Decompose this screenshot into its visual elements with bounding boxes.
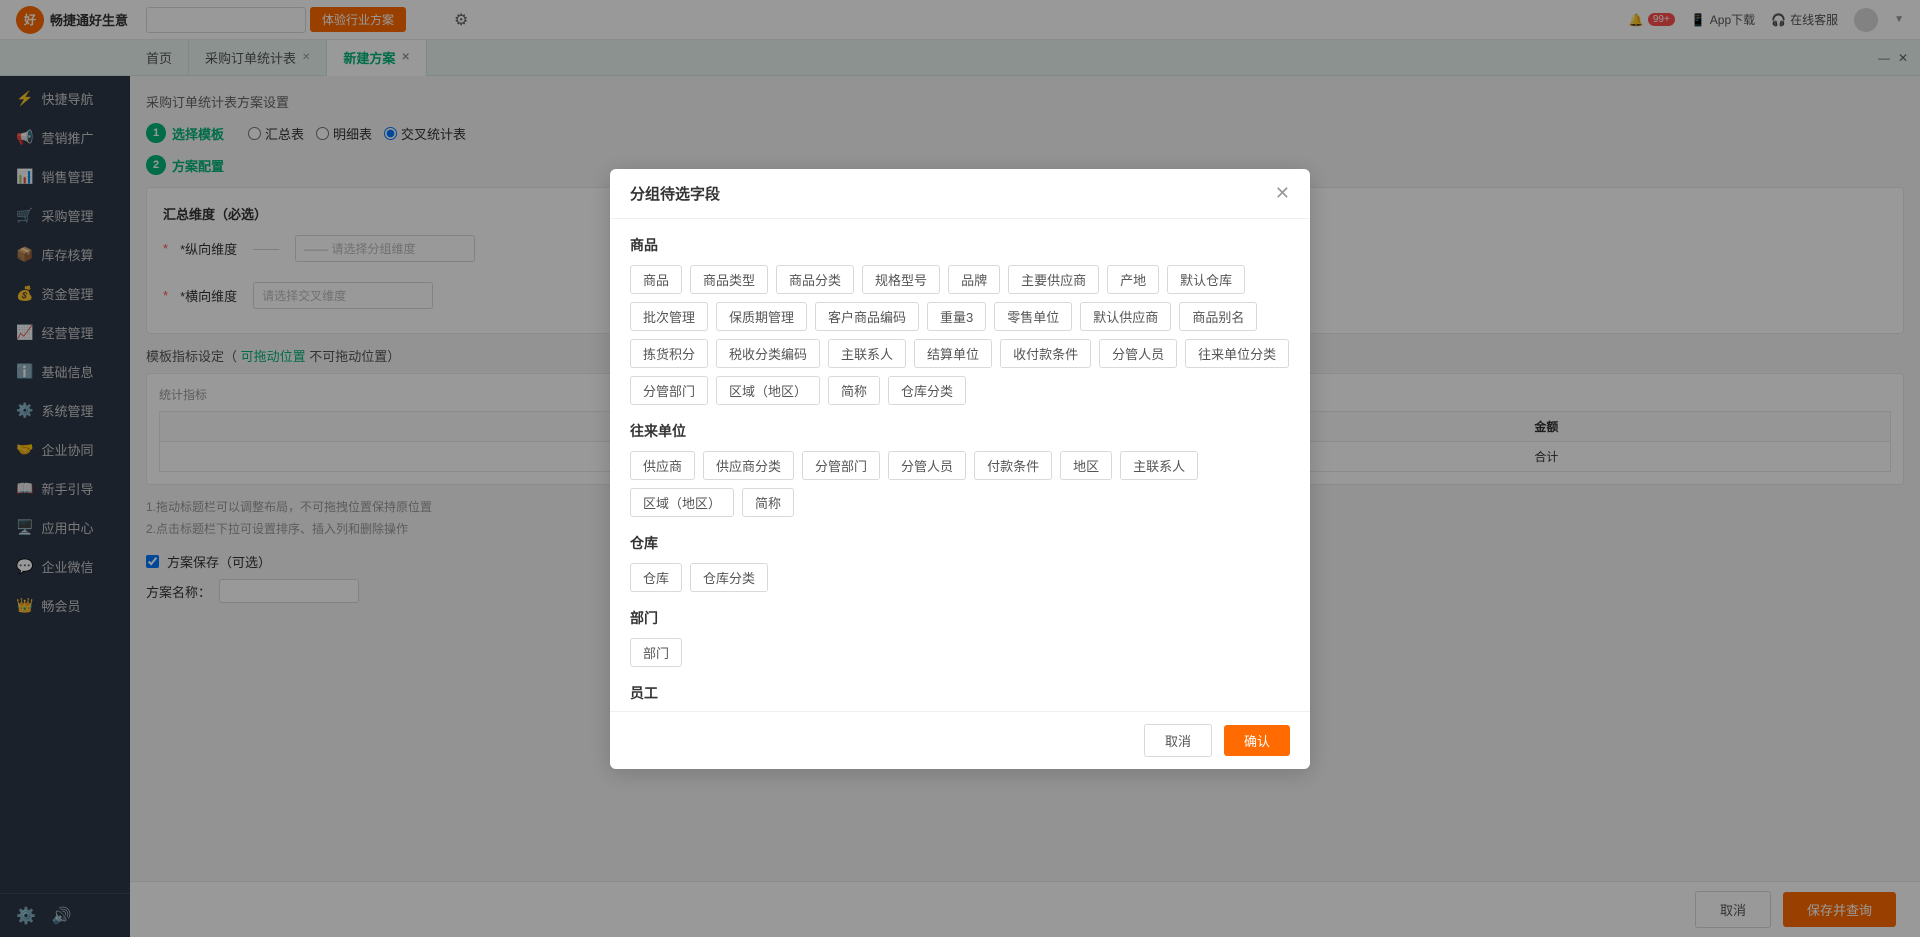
- field-select-modal: 分组待选字段 ✕ 商品 商品 商品类型 商品分类 规格型号 品牌 主要供应商 产…: [610, 169, 1310, 769]
- group-title-partner: 往来单位: [630, 421, 1290, 441]
- chip-tax-code[interactable]: 税收分类编码: [716, 339, 820, 368]
- warehouse-chips: 仓库 仓库分类: [630, 563, 1290, 592]
- dept-chips: 部门: [630, 638, 1290, 667]
- chip-partner-mgr[interactable]: 分管人员: [888, 451, 966, 480]
- modal-title: 分组待选字段: [630, 183, 720, 204]
- chip-weight3[interactable]: 重量3: [927, 302, 986, 331]
- field-group-dept: 部门 部门: [630, 608, 1290, 667]
- chip-payment-cond[interactable]: 付款条件: [974, 451, 1052, 480]
- chip-warehouse-cat[interactable]: 仓库分类: [888, 376, 966, 405]
- chip-product[interactable]: 商品: [630, 265, 682, 294]
- chip-main-contact[interactable]: 主联系人: [828, 339, 906, 368]
- chip-main-supplier[interactable]: 主要供应商: [1008, 265, 1099, 294]
- product-chips: 商品 商品类型 商品分类 规格型号 品牌 主要供应商 产地 默认仓库 批次管理 …: [630, 265, 1290, 405]
- chip-supplier[interactable]: 供应商: [630, 451, 695, 480]
- chip-product-category[interactable]: 商品分类: [776, 265, 854, 294]
- chip-partner-dept[interactable]: 分管部门: [802, 451, 880, 480]
- chip-area[interactable]: 地区: [1060, 451, 1112, 480]
- chip-supplier-cat[interactable]: 供应商分类: [703, 451, 794, 480]
- modal-footer: 取消 确认: [610, 711, 1310, 769]
- modal-cancel-btn[interactable]: 取消: [1144, 724, 1212, 757]
- chip-settlement-unit[interactable]: 结算单位: [914, 339, 992, 368]
- chip-warehouse-category[interactable]: 仓库分类: [690, 563, 768, 592]
- chip-product-alias[interactable]: 商品别名: [1179, 302, 1257, 331]
- chip-spec-model[interactable]: 规格型号: [862, 265, 940, 294]
- field-group-warehouse: 仓库 仓库 仓库分类: [630, 533, 1290, 592]
- chip-product-type[interactable]: 商品类型: [690, 265, 768, 294]
- field-group-partner: 往来单位 供应商 供应商分类 分管部门 分管人员 付款条件 地区 主联系人 区域…: [630, 421, 1290, 517]
- chip-retail-unit[interactable]: 零售单位: [994, 302, 1072, 331]
- group-title-dept: 部门: [630, 608, 1290, 628]
- modal-body: 商品 商品 商品类型 商品分类 规格型号 品牌 主要供应商 产地 默认仓库 批次…: [610, 219, 1310, 711]
- modal-confirm-btn[interactable]: 确认: [1224, 725, 1290, 756]
- chip-expiry-mgmt[interactable]: 保质期管理: [716, 302, 807, 331]
- chip-batch-mgmt[interactable]: 批次管理: [630, 302, 708, 331]
- group-title-product: 商品: [630, 235, 1290, 255]
- field-group-product: 商品 商品 商品类型 商品分类 规格型号 品牌 主要供应商 产地 默认仓库 批次…: [630, 235, 1290, 405]
- chip-main-contact2[interactable]: 主联系人: [1120, 451, 1198, 480]
- chip-dept[interactable]: 部门: [630, 638, 682, 667]
- group-title-warehouse: 仓库: [630, 533, 1290, 553]
- chip-origin[interactable]: 产地: [1107, 265, 1159, 294]
- chip-default-warehouse[interactable]: 默认仓库: [1167, 265, 1245, 294]
- chip-unit-type-class[interactable]: 往来单位分类: [1185, 339, 1289, 368]
- chip-payment-terms[interactable]: 收付款条件: [1000, 339, 1091, 368]
- chip-region2[interactable]: 区域（地区）: [630, 488, 734, 517]
- chip-brand[interactable]: 品牌: [948, 265, 1000, 294]
- chip-manager[interactable]: 分管人员: [1099, 339, 1177, 368]
- modal-header: 分组待选字段 ✕: [610, 169, 1310, 219]
- chip-short-name2[interactable]: 简称: [742, 488, 794, 517]
- modal-close-btn[interactable]: ✕: [1275, 183, 1290, 204]
- chip-mgmt-dept[interactable]: 分管部门: [630, 376, 708, 405]
- chip-default-supplier[interactable]: 默认供应商: [1080, 302, 1171, 331]
- chip-warehouse[interactable]: 仓库: [630, 563, 682, 592]
- partner-chips: 供应商 供应商分类 分管部门 分管人员 付款条件 地区 主联系人 区域（地区） …: [630, 451, 1290, 517]
- group-title-employee: 员工: [630, 683, 1290, 703]
- chip-region[interactable]: 区域（地区）: [716, 376, 820, 405]
- chip-pick-points[interactable]: 拣货积分: [630, 339, 708, 368]
- chip-customer-product-code[interactable]: 客户商品编码: [815, 302, 919, 331]
- field-group-employee: 员工 业务员: [630, 683, 1290, 711]
- chip-short-name[interactable]: 简称: [828, 376, 880, 405]
